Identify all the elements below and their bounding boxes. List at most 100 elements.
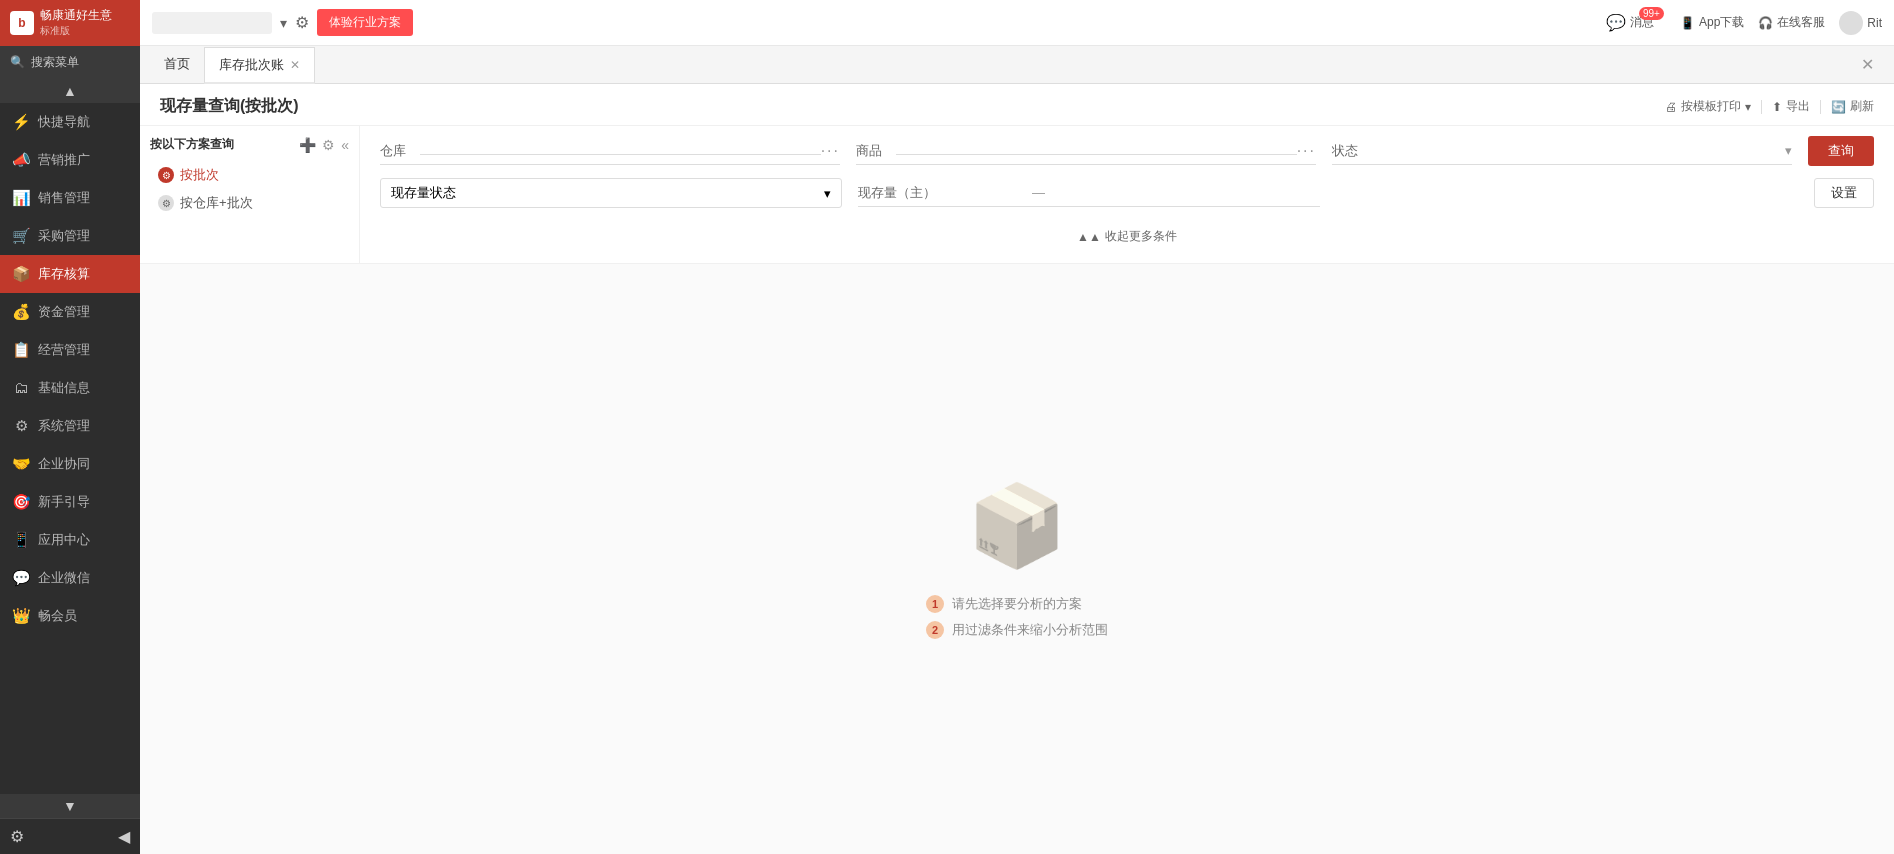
sidebar-item-finance[interactable]: 💰 资金管理 <box>0 293 140 331</box>
empty-icon: 📦 <box>967 479 1067 579</box>
user-avatar <box>1839 11 1863 35</box>
tab-inventory-batch[interactable]: 库存批次账 ✕ <box>204 47 315 84</box>
topbar-online-service[interactable]: 🎧 在线客服 <box>1758 14 1825 31</box>
basic-icon: 🗂 <box>12 379 30 396</box>
message-badge: 99+ <box>1639 7 1664 20</box>
topbar-msg[interactable]: 💬 消息 99+ <box>1606 13 1654 32</box>
goods-control: 商品 ··· <box>856 138 1316 165</box>
export-icon: ⬆ <box>1772 100 1782 114</box>
filter-fields: 仓库 ··· 商品 ··· <box>360 126 1894 263</box>
tab-area-close-btn[interactable]: ✕ <box>1851 55 1884 74</box>
sidebar-header: b 畅康通好生意 标准版 <box>0 0 140 46</box>
sidebar-item-marketing[interactable]: 📣 营销推广 <box>0 141 140 179</box>
operation-icon: 📋 <box>12 341 30 359</box>
print-dropdown-icon: ▾ <box>1745 100 1751 114</box>
topbar-right: 💬 消息 99+ 📱 App下载 🎧 在线客服 Rit <box>1606 11 1882 35</box>
topbar: ▾ ⚙ 体验行业方案 💬 消息 99+ 📱 App下载 🎧 在线客服 Rit <box>140 0 1894 46</box>
sidebar-item-system[interactable]: ⚙ 系统管理 <box>0 407 140 445</box>
inventory-qty-label: 现存量（主） <box>858 184 936 202</box>
export-btn[interactable]: ⬆ 导出 <box>1772 98 1810 115</box>
page-actions: 🖨 按模板打印 ▾ ⬆ 导出 🔄 刷新 <box>1665 98 1874 115</box>
page-content: 现存量查询(按批次) 🖨 按模板打印 ▾ ⬆ 导出 🔄 <box>140 84 1894 854</box>
scroll-up-btn[interactable]: ▲ <box>0 79 140 103</box>
tip-num-2: 2 <box>926 621 944 639</box>
inventory-qty-field: 现存量（主） — <box>858 180 1320 207</box>
topbar-settings-btn[interactable]: ⚙ <box>295 13 309 32</box>
actions-divider-1 <box>1761 100 1762 114</box>
inventory-qty-to-input[interactable] <box>1053 185 1133 200</box>
service-icon: 🎧 <box>1758 16 1773 30</box>
empty-state: 📦 1 请先选择要分析的方案 2 用过滤条件来缩小分析范围 <box>140 264 1894 854</box>
sidebar-item-basic[interactable]: 🗂 基础信息 <box>0 369 140 407</box>
topbar-left: ▾ ⚙ 体验行业方案 <box>152 9 1596 36</box>
sidebar-footer: ⚙ ◀ <box>0 818 140 854</box>
scheme-add-btn[interactable]: ➕ <box>299 137 316 153</box>
inventory-status-select[interactable]: 现存量状态 ▾ <box>380 178 842 208</box>
status-label: 状态 <box>1332 142 1362 160</box>
sidebar-item-operation[interactable]: 📋 经营管理 <box>0 331 140 369</box>
settings-btn[interactable]: 设置 <box>1814 178 1874 208</box>
content-area: 首页 库存批次账 ✕ ✕ 现存量查询(按批次) 🖨 按模板打印 ▾ <box>140 46 1894 854</box>
sidebar-item-member[interactable]: 👑 畅会员 <box>0 597 140 635</box>
sidebar-item-quick-nav[interactable]: ⚡ 快捷导航 <box>0 103 140 141</box>
topbar-dropdown-btn[interactable]: ▾ <box>280 15 287 31</box>
scheme-settings-icon: ⚙ <box>322 137 335 153</box>
scheme-batch[interactable]: ⚙ 按批次 <box>150 161 349 189</box>
tabs-bar: 首页 库存批次账 ✕ ✕ <box>140 46 1894 84</box>
scheme-warehouse-icon: ⚙ <box>158 195 174 211</box>
sidebar-item-app-center[interactable]: 📱 应用中心 <box>0 521 140 559</box>
system-icon: ⚙ <box>12 417 30 435</box>
sidebar-item-sales[interactable]: 📊 销售管理 <box>0 179 140 217</box>
goods-field: 商品 ··· <box>856 138 1316 165</box>
warehouse-label: 仓库 <box>380 142 410 160</box>
scheme-warehouse-batch[interactable]: ⚙ 按仓库+批次 <box>150 189 349 217</box>
finance-icon: 💰 <box>12 303 30 321</box>
experience-btn[interactable]: 体验行业方案 <box>317 9 413 36</box>
app-logo: b <box>10 11 34 35</box>
footer-settings-icon[interactable]: ⚙ <box>10 827 24 846</box>
sidebar-item-enterprise[interactable]: 🤝 企业协同 <box>0 445 140 483</box>
refresh-btn[interactable]: 🔄 刷新 <box>1831 98 1874 115</box>
warehouse-field: 仓库 ··· <box>380 138 840 165</box>
search-menu[interactable]: 🔍 搜索菜单 <box>0 46 140 79</box>
add-scheme-icon: ➕ <box>299 137 316 153</box>
inventory-qty-from-input[interactable] <box>944 185 1024 200</box>
inventory-icon: 📦 <box>12 265 30 283</box>
sidebar-nav: ⚡ 快捷导航 📣 营销推广 📊 销售管理 🛒 采购管理 📦 库存核算 💰 资金管… <box>0 103 140 794</box>
sidebar-item-guide[interactable]: 🎯 新手引导 <box>0 483 140 521</box>
footer-collapse-icon[interactable]: ◀ <box>118 827 130 846</box>
scheme-collapse-btn[interactable]: « <box>341 137 349 153</box>
scheme-settings-btn[interactable]: ⚙ <box>322 137 335 153</box>
app-name: 畅康通好生意 <box>40 8 112 24</box>
guide-icon: 🎯 <box>12 493 30 511</box>
range-separator: — <box>1032 185 1045 200</box>
scheme-batch-icon: ⚙ <box>158 167 174 183</box>
tab-close-btn[interactable]: ✕ <box>290 58 300 72</box>
app-version: 标准版 <box>40 24 112 38</box>
query-btn[interactable]: 查询 <box>1808 136 1874 166</box>
scheme-actions: ➕ ⚙ « <box>299 137 349 153</box>
tab-home[interactable]: 首页 <box>150 47 204 83</box>
print-btn[interactable]: 🖨 按模板打印 ▾ <box>1665 98 1751 115</box>
sidebar-item-wechat[interactable]: 💬 企业微信 <box>0 559 140 597</box>
warehouse-expand-icon[interactable]: ··· <box>821 142 840 160</box>
goods-label: 商品 <box>856 142 886 160</box>
message-icon: 💬 <box>1606 13 1626 32</box>
scroll-down-btn[interactable]: ▼ <box>0 794 140 818</box>
sidebar-item-inventory[interactable]: 📦 库存核算 <box>0 255 140 293</box>
enterprise-icon: 🤝 <box>12 455 30 473</box>
collapse-more-btn[interactable]: ▲▲ 收起更多条件 <box>380 220 1874 253</box>
warehouse-control: 仓库 ··· <box>380 138 840 165</box>
print-icon: 🖨 <box>1665 100 1677 114</box>
status-dropdown-icon[interactable]: ▾ <box>1785 143 1792 158</box>
filter-row-2: 现存量状态 ▾ 现存量（主） — <box>380 178 1874 208</box>
goods-expand-icon[interactable]: ··· <box>1297 142 1316 160</box>
topbar-app-download[interactable]: 📱 App下载 <box>1680 14 1744 31</box>
topbar-search-input[interactable] <box>152 12 272 34</box>
topbar-user[interactable]: Rit <box>1839 11 1882 35</box>
sidebar-item-purchase[interactable]: 🛒 采购管理 <box>0 217 140 255</box>
filter-scheme-panel: 按以下方案查询 ➕ ⚙ « <box>140 126 360 263</box>
empty-tip-2: 2 用过滤条件来缩小分析范围 <box>926 621 1108 639</box>
page-title: 现存量查询(按批次) <box>160 96 299 117</box>
actions-divider-2 <box>1820 100 1821 114</box>
